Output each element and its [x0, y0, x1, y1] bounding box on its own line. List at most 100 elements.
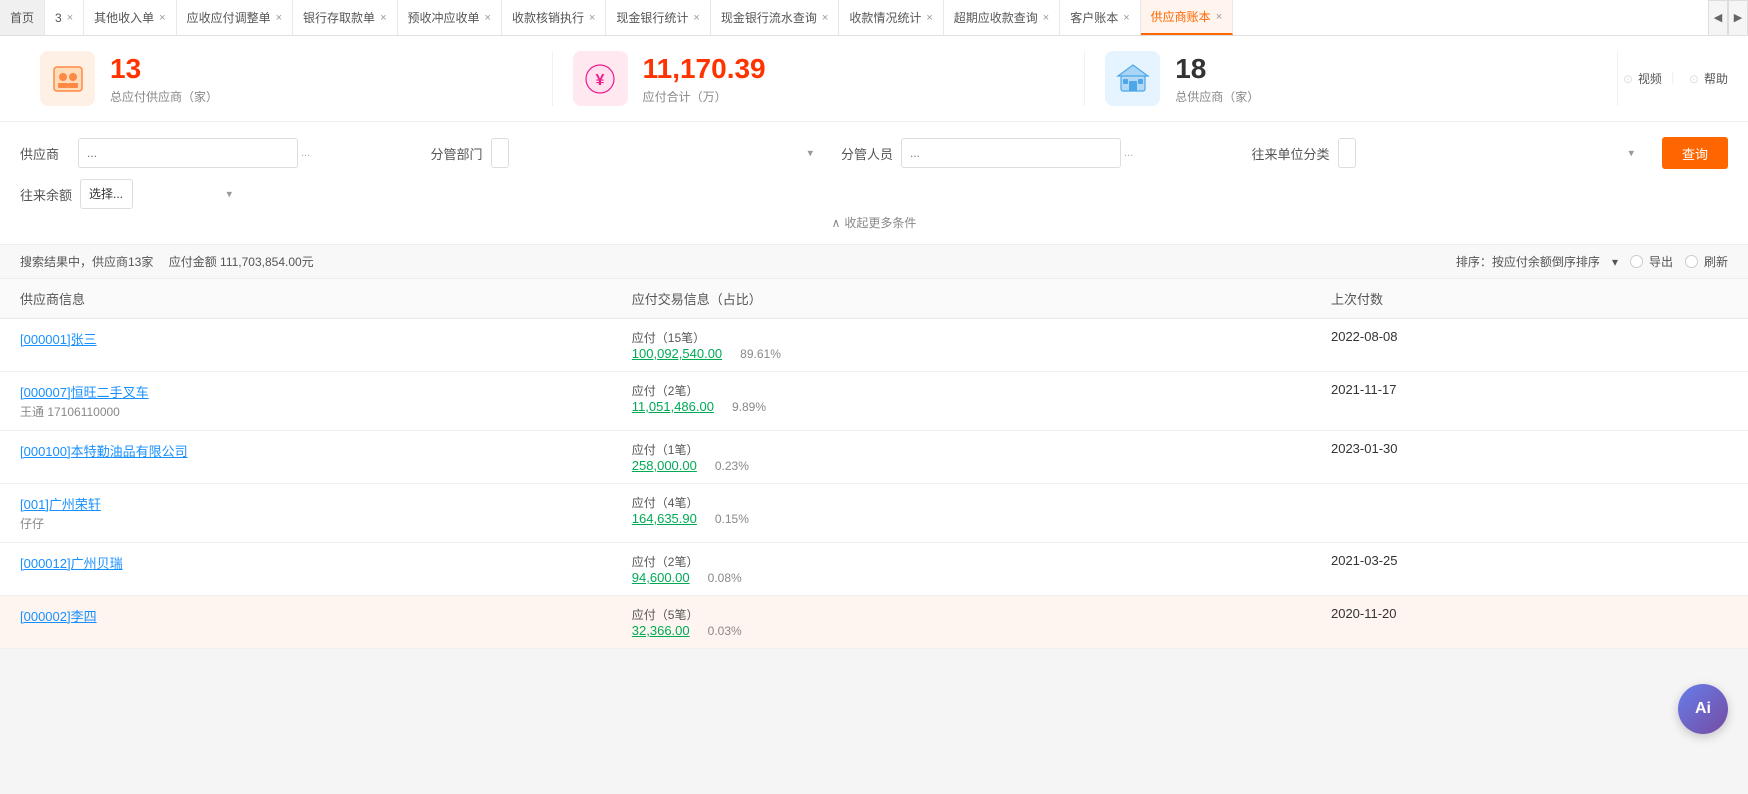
last-payment-cell: 2022-08-08 [1311, 319, 1748, 372]
supplier-ellipsis: ... [301, 147, 310, 159]
category-select[interactable] [1338, 138, 1356, 168]
last-payment-cell: 2021-03-25 [1311, 543, 1748, 596]
top-nav: 首页 3 × 其他收入单 × 应收应付调整单 × 银行存取款单 × 预收冲应收单… [0, 0, 1748, 36]
supplier-input[interactable] [78, 138, 298, 168]
video-link[interactable]: 视频 [1638, 70, 1662, 87]
sort-down-icon: ▾ [1612, 255, 1618, 269]
close-icon[interactable]: × [693, 12, 699, 24]
nav-tab-bank-label: 银行存取款单 [303, 9, 375, 26]
dept-label: 分管部门 [431, 144, 483, 163]
nav-tab-ar-ap-label: 应收应付调整单 [187, 9, 271, 26]
supplier-link[interactable]: [001]广州荣轩 [20, 497, 101, 512]
nav-tab-overdue[interactable]: 超期应收款查询 × [944, 0, 1060, 35]
supplier-cell: [000007]恒旺二手叉车王通 17106110000 [0, 372, 612, 431]
nav-arrows: ◀ ▶ [1708, 0, 1748, 36]
supplier-cell: [000001]张三 [0, 319, 612, 372]
nav-next-button[interactable]: ▶ [1728, 0, 1748, 36]
balance-label: 往来余额 [20, 185, 72, 204]
close-icon[interactable]: × [822, 12, 828, 24]
balance-select-wrapper: 选择... [80, 179, 240, 209]
search-button[interactable]: 查询 [1662, 137, 1728, 169]
tx-label: 应付（15笔） [632, 329, 1291, 346]
close-icon[interactable]: × [159, 12, 165, 24]
last-payment-cell: 2020-11-20 [1311, 596, 1748, 649]
result-actions: 排序：按应付余额倒序排序 ▾ 导出 刷新 [1456, 253, 1728, 270]
nav-tab-receipt-stat-label: 收款情况统计 [849, 9, 921, 26]
supplier-link[interactable]: [000100]本特勤油品有限公司 [20, 444, 188, 459]
nav-tab-cashbank-stat-label: 现金银行统计 [616, 9, 688, 26]
tx-amount[interactable]: 258,000.00 [632, 458, 697, 473]
th-supplier: 供应商信息 [0, 279, 612, 319]
search-row-2: 往来余额 选择... [20, 179, 1728, 209]
supplier-cell: [000002]李四 [0, 596, 612, 649]
close-icon[interactable]: × [380, 12, 386, 24]
nav-tab-receipt-stat[interactable]: 收款情况统计 × [839, 0, 943, 35]
nav-tab-supplier-ledger[interactable]: 供应商账本 × [1141, 0, 1233, 35]
close-icon[interactable]: × [1043, 12, 1049, 24]
close-icon[interactable]: × [589, 12, 595, 24]
collapse-button[interactable]: ∧ 收起更多条件 [20, 209, 1728, 234]
supplier-cell: [001]广州荣轩仔仔 [0, 484, 612, 543]
ai-label: Ai [1695, 700, 1711, 718]
supplier-label: 供应商 [20, 144, 70, 163]
nav-tab-cashbank-stat[interactable]: 现金银行统计 × [606, 0, 710, 35]
supplier-link[interactable]: [000012]广州贝瑞 [20, 556, 123, 571]
nav-tab-other-income[interactable]: 其他收入单 × [84, 0, 176, 35]
tx-percent: 0.03% [708, 624, 742, 638]
close-icon[interactable]: × [1123, 12, 1129, 24]
supplier-field: 供应商 ... [20, 138, 411, 168]
close-icon[interactable]: × [1216, 11, 1222, 23]
help-link[interactable]: 帮助 [1704, 70, 1728, 87]
supplier-link[interactable]: [000001]张三 [20, 332, 97, 347]
summary-info-amount: 11,170.39 应付合计（万） [643, 52, 766, 106]
nav-tab-bank[interactable]: 银行存取款单 × [293, 0, 397, 35]
tx-cell: 应付（2笔）94,600.000.08% [612, 543, 1311, 596]
refresh-radio [1685, 255, 1698, 268]
nav-tab-home[interactable]: 首页 [0, 0, 45, 35]
person-ellipsis: ... [1124, 147, 1133, 159]
nav-tab-3[interactable]: 3 × [45, 0, 84, 35]
person-field: 分管人员 ... [841, 138, 1232, 168]
close-icon[interactable]: × [276, 12, 282, 24]
tx-amount[interactable]: 32,366.00 [632, 623, 690, 638]
close-icon[interactable]: × [67, 12, 73, 24]
tx-amount[interactable]: 94,600.00 [632, 570, 690, 585]
tx-percent: 89.61% [740, 347, 781, 361]
last-payment-cell: 2021-11-17 [1311, 372, 1748, 431]
category-select-wrapper [1338, 138, 1642, 168]
dept-select[interactable] [491, 138, 509, 168]
person-input[interactable] [901, 138, 1121, 168]
nav-tab-3-label: 3 [55, 11, 62, 25]
balance-select[interactable]: 选择... [80, 179, 133, 209]
nav-tab-cashbank-flow[interactable]: 现金银行流水查询 × [711, 0, 839, 35]
tx-percent: 9.89% [732, 400, 766, 414]
refresh-action[interactable]: 刷新 [1685, 253, 1728, 270]
close-icon[interactable]: × [485, 12, 491, 24]
nav-tab-customer-ledger[interactable]: 客户账本 × [1060, 0, 1140, 35]
export-action[interactable]: 导出 [1630, 253, 1673, 270]
tx-amount[interactable]: 11,051,486.00 [632, 399, 714, 414]
export-radio [1630, 255, 1643, 268]
close-icon[interactable]: × [926, 12, 932, 24]
nav-prev-button[interactable]: ◀ [1708, 0, 1728, 36]
nav-tab-ar-ap[interactable]: 应收应付调整单 × [177, 0, 293, 35]
table-row: [000012]广州贝瑞 应付（2笔）94,600.000.08%2021-03-… [0, 543, 1748, 596]
tx-label: 应付（4笔） [632, 494, 1291, 511]
video-icon: ⊙ [1623, 72, 1633, 86]
sort-label[interactable]: 排序：按应付余额倒序排序 [1456, 253, 1600, 270]
result-summary-text: 搜索结果中，供应商13家 [20, 255, 153, 269]
tx-amount[interactable]: 100,092,540.00 [632, 346, 722, 361]
supplier-link[interactable]: [000007]恒旺二手叉车 [20, 385, 149, 400]
category-field: 往来单位分类 [1252, 138, 1643, 168]
summary-label-suppliers: 总应付供应商（家） [110, 88, 218, 105]
supplier-link[interactable]: [000002]李四 [20, 609, 97, 624]
dept-select-wrapper [491, 138, 821, 168]
ai-float-button[interactable]: Ai [1678, 684, 1728, 734]
summary-info-suppliers: 13 总应付供应商（家） [110, 52, 218, 106]
table-row: [001]广州荣轩仔仔应付（4笔）164,635.900.15% [0, 484, 1748, 543]
nav-tab-prepay[interactable]: 预收冲应收单 × [398, 0, 502, 35]
nav-tab-receipt[interactable]: 收款核销执行 × [502, 0, 606, 35]
tx-amount[interactable]: 164,635.90 [632, 511, 697, 526]
supplier-icon [40, 51, 95, 106]
tx-label: 应付（5笔） [632, 606, 1291, 623]
